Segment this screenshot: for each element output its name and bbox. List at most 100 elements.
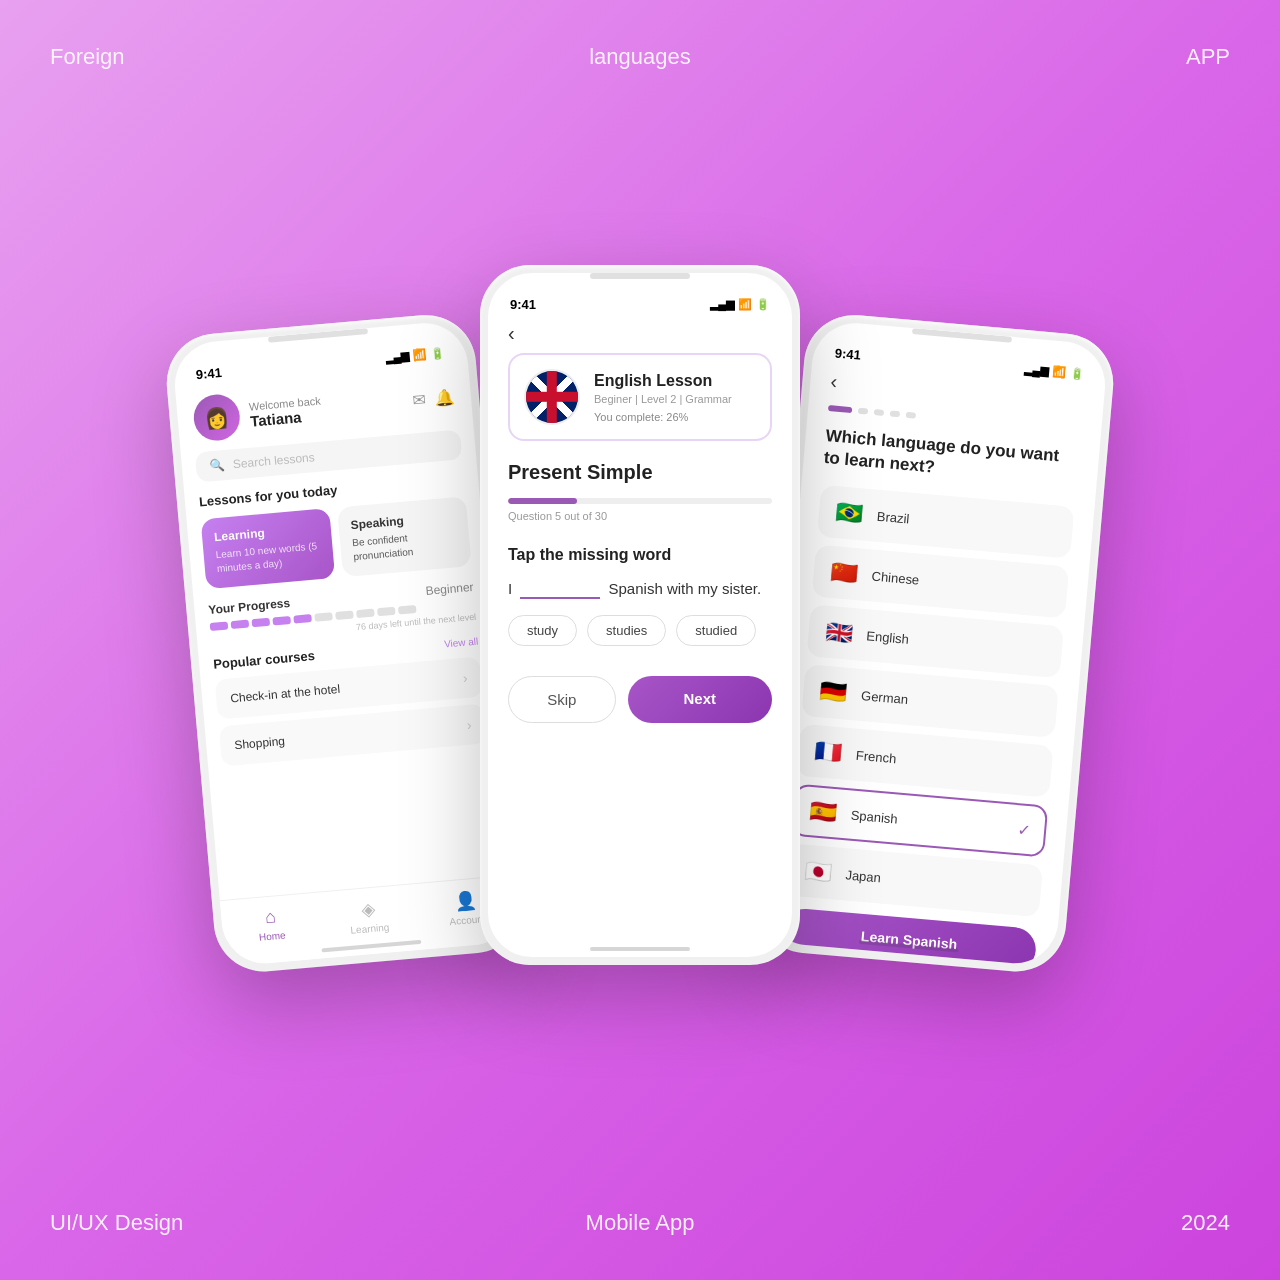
learning-icon: ◈ — [360, 898, 376, 921]
chevron-icon-1: › — [462, 670, 468, 686]
action-buttons: Skip Next — [508, 676, 772, 723]
progress-bar-10 — [398, 605, 417, 615]
phone-lesson: 9:41 ▂▄▆ 📶 🔋 ‹ English Lesson Beginer — [480, 265, 800, 965]
status-time-3: 9:41 — [834, 345, 861, 362]
lang-chinese-name: Chinese — [871, 568, 920, 587]
question-num: Question 5 out of 30 — [508, 510, 772, 522]
progress-bar-2 — [231, 620, 250, 630]
task-title: Tap the missing word — [508, 546, 772, 564]
progress-bar-1 — [210, 621, 229, 631]
skip-button[interactable]: Skip — [508, 676, 616, 723]
avatar: 👩 — [192, 393, 242, 443]
uk-flag — [524, 369, 580, 425]
option-study[interactable]: study — [508, 615, 577, 646]
flag-spanish: 🇪🇸 — [806, 795, 841, 830]
mail-icon[interactable]: ✉ — [411, 390, 426, 410]
battery-icon-2: 🔋 — [756, 298, 770, 311]
lang-spanish-name: Spanish — [850, 807, 898, 826]
chevron-icon-2: › — [466, 717, 472, 733]
nav-home-label: Home — [258, 930, 286, 943]
exercise-title: Present Simple — [508, 461, 772, 484]
battery-icon-3: 🔋 — [1070, 367, 1085, 381]
next-button[interactable]: Next — [628, 676, 772, 723]
popular-title: Popular courses — [213, 648, 316, 672]
back-button[interactable]: ‹ — [488, 318, 792, 353]
progress-fill — [508, 498, 577, 504]
progress-bar-6 — [314, 612, 333, 622]
search-placeholder: Search lessons — [232, 450, 315, 471]
signal-icon-2: ▂▄▆ — [710, 298, 734, 311]
blank-space — [520, 580, 600, 599]
nav-home[interactable]: ⌂ Home — [221, 903, 322, 947]
sentence-prefix: I — [508, 580, 512, 597]
learning-card[interactable]: Learning Learn 10 new words (5 minutes a… — [201, 508, 336, 589]
status-bar-2: 9:41 ▂▄▆ 📶 🔋 — [488, 283, 792, 318]
lesson-cards: Learning Learn 10 new words (5 minutes a… — [201, 496, 472, 589]
progress-bar-4 — [272, 616, 291, 626]
progress-level: Beginner — [425, 580, 474, 598]
lang-french-name: French — [855, 748, 897, 766]
account-icon: 👤 — [454, 889, 478, 913]
bottom-right-label: 2024 — [1181, 1210, 1230, 1236]
progress-bar-3 — [251, 618, 270, 628]
status-time-2: 9:41 — [510, 297, 536, 312]
progress-section: Your Progress Beginner 76 days left unti… — [208, 580, 477, 645]
battery-icon: 🔋 — [430, 346, 445, 360]
dot-3 — [874, 409, 884, 416]
word-options: study studies studied — [508, 615, 772, 646]
lesson-meta: Beginer | Level 2 | Grammar — [594, 393, 732, 405]
speaking-card[interactable]: Speaking Be confident pronunciation — [337, 496, 472, 577]
sentence-suffix: Spanish with my sister. — [609, 580, 762, 597]
course-1-label: Check-in at the hotel — [230, 682, 341, 706]
dot-1 — [828, 405, 852, 413]
progress-bar-wrap — [508, 498, 772, 504]
wifi-icon: 📶 — [413, 348, 428, 362]
home-icon: ⌂ — [264, 906, 277, 928]
view-all-link[interactable]: View all — [444, 636, 479, 650]
top-right-label: APP — [1186, 44, 1230, 70]
option-studied[interactable]: studied — [676, 615, 756, 646]
flag-french: 🇫🇷 — [811, 735, 846, 770]
learn-button[interactable]: Learn Spanish — [781, 907, 1038, 967]
progress-bar-8 — [356, 609, 375, 619]
dot-5 — [906, 412, 916, 419]
home-indicator-2 — [590, 947, 690, 951]
status-icons-3: ▂▄▆ 📶 🔋 — [1024, 363, 1085, 381]
top-left-label: Foreign — [50, 44, 125, 70]
header-actions: ✉ 🔔 — [411, 387, 455, 410]
bell-icon[interactable]: 🔔 — [434, 387, 456, 408]
lang-english-name: English — [866, 628, 910, 647]
learning-card-desc: Learn 10 new words (5 minutes a day) — [215, 539, 322, 576]
progress-title: Your Progress — [208, 596, 291, 617]
nav-learning[interactable]: ◈ Learning — [318, 894, 419, 938]
flag-german: 🇩🇪 — [816, 675, 851, 710]
lesson-card: English Lesson Beginer | Level 2 | Gramm… — [508, 353, 772, 441]
lesson-title: English Lesson — [594, 372, 732, 390]
lesson-info: English Lesson Beginer | Level 2 | Gramm… — [594, 372, 732, 423]
status-icons-2: ▂▄▆ 📶 🔋 — [710, 298, 770, 311]
speaking-card-desc: Be confident pronunciation — [352, 527, 459, 564]
nav-learning-label: Learning — [350, 921, 390, 935]
lang-brazil-name: Brazil — [876, 508, 910, 526]
bottom-left-label: UI/UX Design — [50, 1210, 183, 1236]
bottom-nav: ⌂ Home ◈ Learning 👤 Account — [220, 875, 519, 967]
phones-area: 9:41 ▂▄▆ 📶 🔋 👩 Welcome back Tatiana ✉ 🔔 — [0, 110, 1280, 1180]
progress-bar-7 — [335, 610, 354, 620]
check-icon: ✓ — [1016, 820, 1031, 840]
phone-language-select: 9:41 ▂▄▆ 📶 🔋 ‹ Which language do you wan… — [753, 311, 1118, 976]
lang-japan[interactable]: 🇯🇵 Japan — [786, 844, 1044, 918]
sentence: I Spanish with my sister. — [508, 580, 772, 599]
progress-bar-9 — [377, 607, 396, 617]
search-icon: 🔍 — [209, 458, 225, 473]
phone-home: 9:41 ▂▄▆ 📶 🔋 👩 Welcome back Tatiana ✉ 🔔 — [163, 311, 528, 976]
status-icons-1: ▂▄▆ 📶 🔋 — [385, 346, 446, 364]
wifi-icon-3: 📶 — [1052, 365, 1067, 379]
top-center-label: languages — [589, 44, 691, 70]
lang-german-name: German — [861, 688, 909, 707]
wifi-icon-2: 📶 — [738, 298, 752, 311]
flag-japan: 🇯🇵 — [800, 855, 835, 890]
option-studies[interactable]: studies — [587, 615, 666, 646]
dot-2 — [858, 408, 868, 415]
flag-chinese: 🇨🇳 — [826, 556, 861, 591]
signal-icon: ▂▄▆ — [385, 350, 410, 365]
